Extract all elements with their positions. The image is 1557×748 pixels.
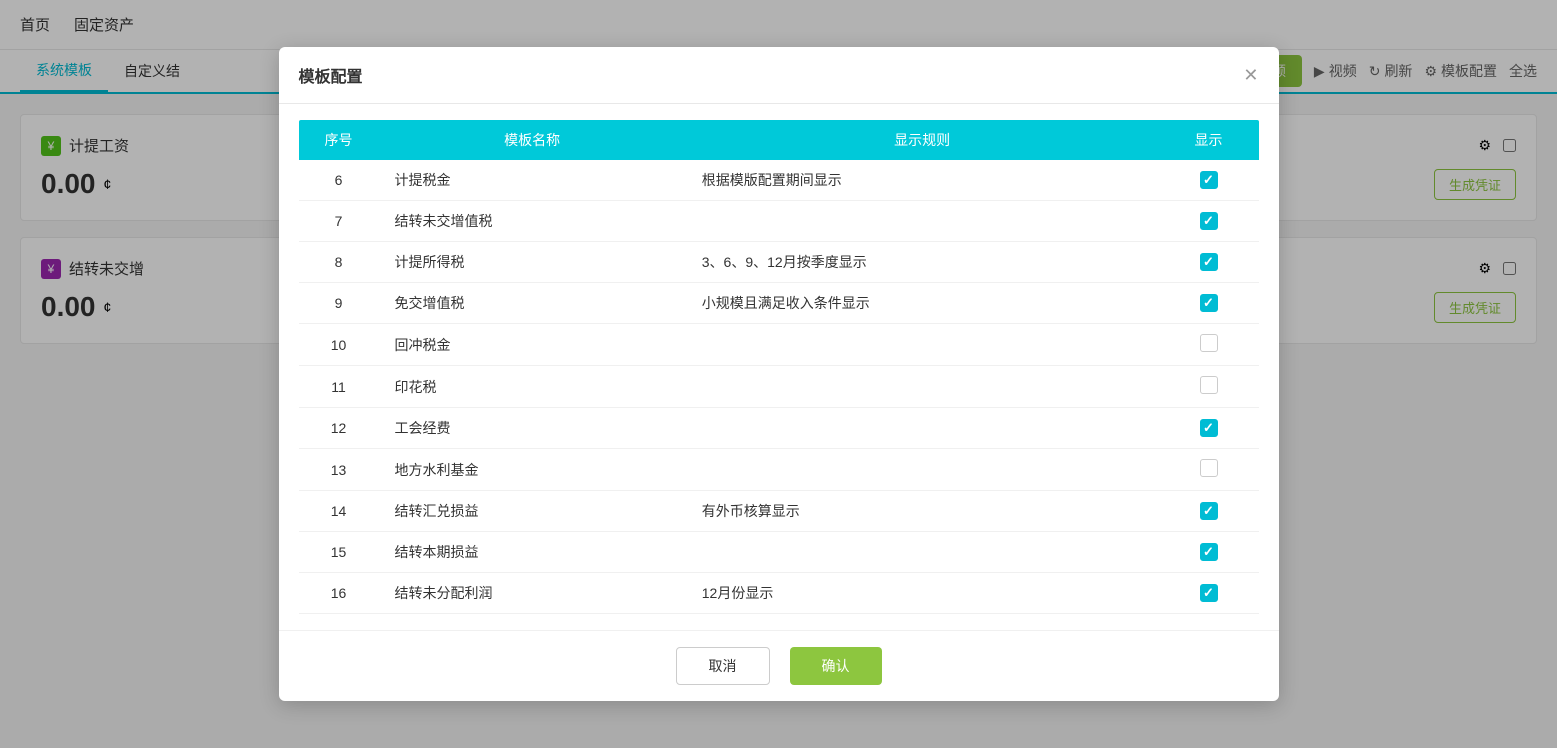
row-id: 15 — [299, 532, 379, 573]
row-name: 结转本期损益 — [379, 532, 686, 573]
row-name: 回冲税金 — [379, 324, 686, 366]
table-row: 13地方水利基金 — [299, 449, 1259, 491]
cancel-button[interactable]: 取消 — [676, 647, 770, 685]
row-checkbox-cell — [1159, 449, 1259, 491]
modal-body: 序号 模板名称 显示规则 显示 6计提税金根据模版配置期间显示7结转未交增值税8… — [279, 104, 1279, 630]
row-rule — [686, 449, 1159, 491]
row-checkbox-13[interactable] — [1200, 459, 1218, 477]
row-id: 6 — [299, 160, 379, 201]
row-checkbox-cell — [1159, 408, 1259, 449]
row-checkbox-10[interactable] — [1200, 334, 1218, 352]
confirm-button[interactable]: 确认 — [790, 647, 882, 685]
row-name: 计提所得税 — [379, 242, 686, 283]
row-id: 7 — [299, 201, 379, 242]
row-checkbox-11[interactable] — [1200, 376, 1218, 394]
row-id: 9 — [299, 283, 379, 324]
row-checkbox-cell — [1159, 283, 1259, 324]
table-row: 12工会经费 — [299, 408, 1259, 449]
modal-close-button[interactable]: ✕ — [1243, 66, 1258, 84]
row-name: 计提税金 — [379, 160, 686, 201]
row-rule: 根据模版配置期间显示 — [686, 160, 1159, 201]
row-checkbox-16[interactable] — [1200, 584, 1218, 602]
row-rule: 3、6、9、12月按季度显示 — [686, 242, 1159, 283]
row-id: 12 — [299, 408, 379, 449]
row-name: 印花税 — [379, 366, 686, 408]
col-header-rule: 显示规则 — [686, 120, 1159, 160]
row-name: 结转未交增值税 — [379, 201, 686, 242]
table-row: 14结转汇兑损益有外币核算显示 — [299, 491, 1259, 532]
modal-footer: 取消 确认 — [279, 630, 1279, 701]
table-row: 10回冲税金 — [299, 324, 1259, 366]
col-header-name: 模板名称 — [379, 120, 686, 160]
row-id: 14 — [299, 491, 379, 532]
row-name: 工会经费 — [379, 408, 686, 449]
row-id: 16 — [299, 573, 379, 614]
row-checkbox-cell — [1159, 324, 1259, 366]
row-checkbox-8[interactable] — [1200, 253, 1218, 271]
row-checkbox-cell — [1159, 201, 1259, 242]
row-rule — [686, 532, 1159, 573]
row-checkbox-cell — [1159, 532, 1259, 573]
table-row: 9免交增值税小规模且满足收入条件显示 — [299, 283, 1259, 324]
table-row: 8计提所得税3、6、9、12月按季度显示 — [299, 242, 1259, 283]
col-header-display: 显示 — [1159, 120, 1259, 160]
row-name: 结转汇兑损益 — [379, 491, 686, 532]
table-wrapper[interactable]: 序号 模板名称 显示规则 显示 6计提税金根据模版配置期间显示7结转未交增值税8… — [299, 104, 1259, 614]
row-checkbox-cell — [1159, 366, 1259, 408]
row-checkbox-6[interactable] — [1200, 171, 1218, 189]
row-id: 8 — [299, 242, 379, 283]
row-id: 10 — [299, 324, 379, 366]
row-rule: 有外币核算显示 — [686, 491, 1159, 532]
row-checkbox-cell — [1159, 160, 1259, 201]
row-name: 免交增值税 — [379, 283, 686, 324]
table-row: 6计提税金根据模版配置期间显示 — [299, 160, 1259, 201]
table-body: 6计提税金根据模版配置期间显示7结转未交增值税8计提所得税3、6、9、12月按季… — [299, 160, 1259, 614]
row-checkbox-7[interactable] — [1200, 212, 1218, 230]
col-header-id: 序号 — [299, 120, 379, 160]
row-checkbox-15[interactable] — [1200, 543, 1218, 561]
row-rule — [686, 201, 1159, 242]
modal-title: 模板配置 — [299, 63, 363, 87]
table-row: 15结转本期损益 — [299, 532, 1259, 573]
row-name: 地方水利基金 — [379, 449, 686, 491]
modal-header: 模板配置 ✕ — [279, 47, 1279, 104]
config-table: 序号 模板名称 显示规则 显示 6计提税金根据模版配置期间显示7结转未交增值税8… — [299, 120, 1259, 614]
row-checkbox-cell — [1159, 242, 1259, 283]
row-name: 结转未分配利润 — [379, 573, 686, 614]
row-id: 13 — [299, 449, 379, 491]
row-rule: 小规模且满足收入条件显示 — [686, 283, 1159, 324]
row-checkbox-12[interactable] — [1200, 419, 1218, 437]
row-rule: 12月份显示 — [686, 573, 1159, 614]
row-rule — [686, 408, 1159, 449]
table-header-row: 序号 模板名称 显示规则 显示 — [299, 120, 1259, 160]
row-rule — [686, 324, 1159, 366]
template-config-modal: 模板配置 ✕ 序号 模板名称 显示规则 显示 6计提税金根据模版配置期间显 — [279, 47, 1279, 701]
row-checkbox-cell — [1159, 491, 1259, 532]
row-id: 11 — [299, 366, 379, 408]
table-row: 11印花税 — [299, 366, 1259, 408]
row-checkbox-9[interactable] — [1200, 294, 1218, 312]
row-rule — [686, 366, 1159, 408]
modal-overlay: 模板配置 ✕ 序号 模板名称 显示规则 显示 6计提税金根据模版配置期间显 — [0, 0, 1557, 748]
row-checkbox-cell — [1159, 573, 1259, 614]
table-row: 7结转未交增值税 — [299, 201, 1259, 242]
row-checkbox-14[interactable] — [1200, 502, 1218, 520]
table-row: 16结转未分配利润12月份显示 — [299, 573, 1259, 614]
